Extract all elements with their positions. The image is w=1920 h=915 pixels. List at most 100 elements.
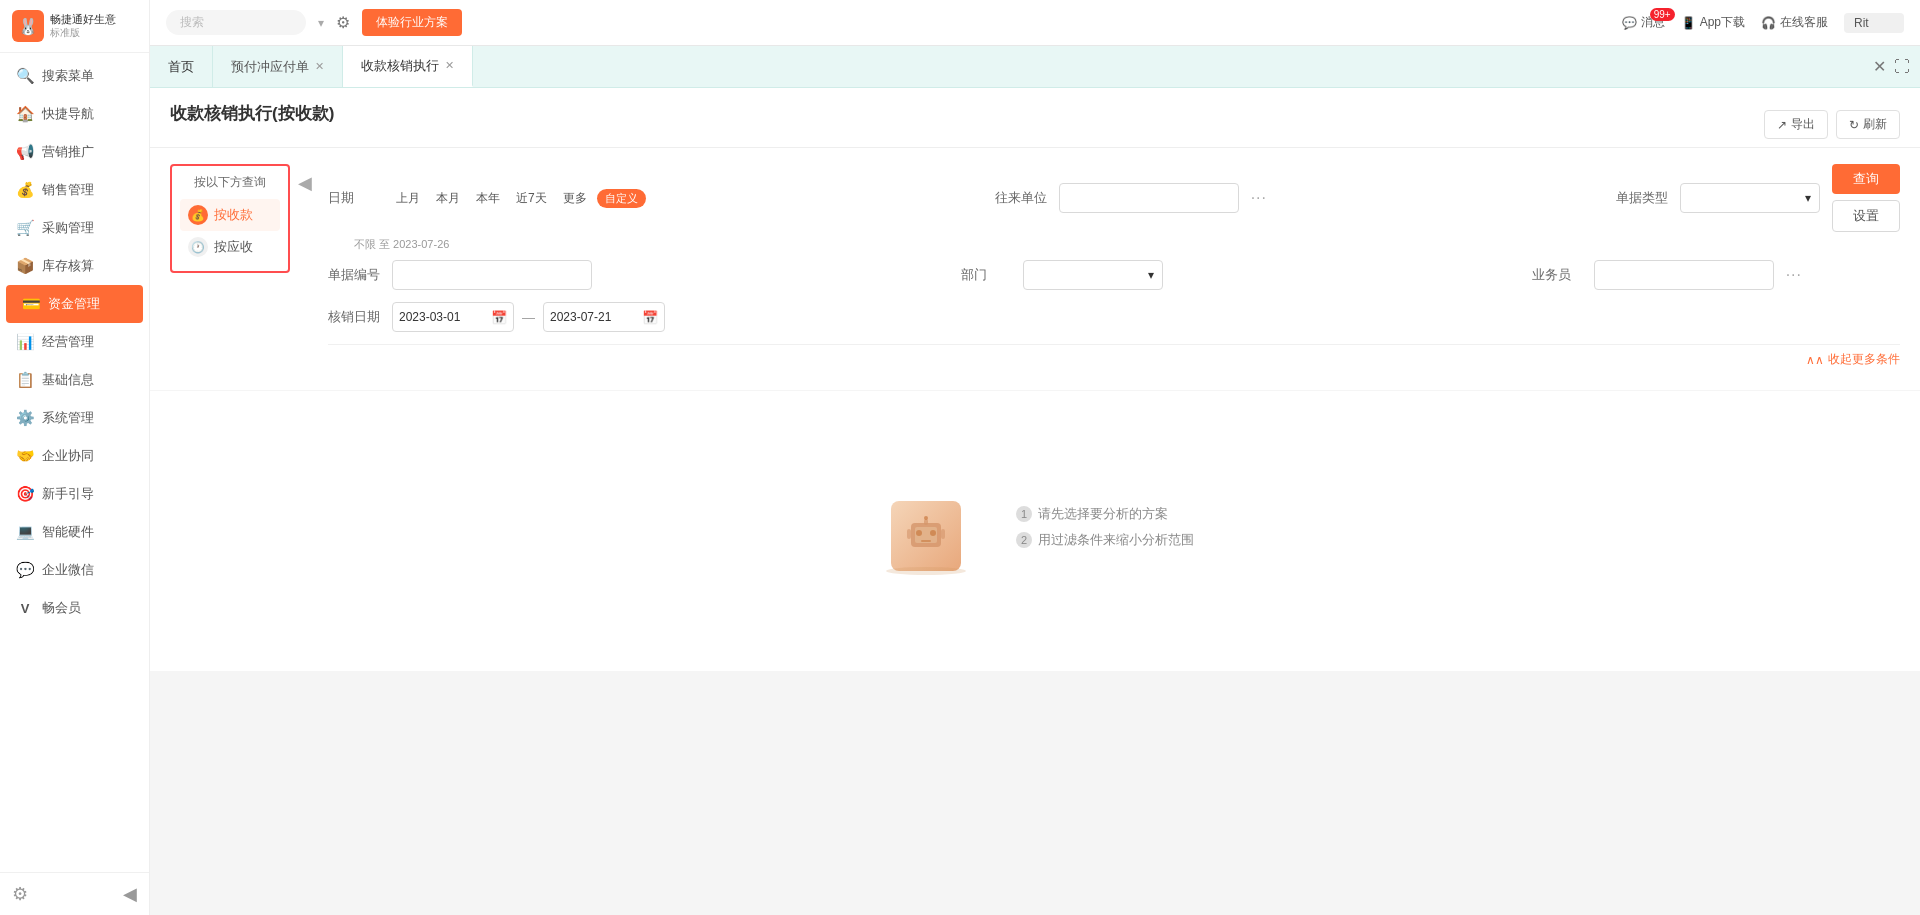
receipt-option-icon: 💰 [188, 205, 208, 225]
sidebar-item-label: 企业协同 [42, 447, 94, 465]
filter-by-receipt-label: 按收款 [214, 206, 253, 224]
tabbar: 首页 预付冲应付单 ✕ 收款核销执行 ✕ ✕ ⛶ [150, 46, 1920, 88]
filter-by-receivable[interactable]: 🕐 按应收 [180, 231, 280, 263]
sidebar-item-quicknav[interactable]: 🏠 快捷导航 [0, 95, 149, 133]
date-separator: — [522, 310, 535, 325]
setting-btn[interactable]: 设置 [1832, 200, 1900, 232]
filter-by-receipt[interactable]: 💰 按收款 [180, 199, 280, 231]
empty-illustration [876, 471, 976, 571]
svg-point-6 [924, 516, 928, 520]
date-tab-last-month[interactable]: 上月 [390, 188, 426, 209]
guide-icon: 🎯 [16, 485, 34, 503]
export-btn[interactable]: ↗ 导出 [1764, 110, 1828, 139]
topbar-user[interactable]: Rit [1844, 13, 1904, 33]
filter-sidebar-toggle[interactable]: ◀ [298, 164, 312, 194]
svg-point-2 [916, 530, 922, 536]
sidebar-item-label: 资金管理 [48, 295, 100, 313]
service-label: 在线客服 [1780, 14, 1828, 31]
sidebar-item-wechat[interactable]: 💬 企业微信 [0, 551, 149, 589]
svg-point-3 [930, 530, 936, 536]
sidebar-item-inventory[interactable]: 📦 库存核算 [0, 247, 149, 285]
counterpart-more-icon[interactable]: ··· [1251, 189, 1267, 207]
dept-select[interactable]: ▾ [1023, 260, 1163, 290]
writeoff-start-input[interactable] [399, 310, 487, 324]
sidebar-item-label: 系统管理 [42, 409, 94, 427]
topbar-service[interactable]: 🎧 在线客服 [1761, 14, 1828, 31]
filter-section: 按以下方查询 💰 按收款 🕐 按应收 ◀ [150, 148, 1920, 390]
topbar-message[interactable]: 💬 消息 99+ [1622, 14, 1665, 31]
topbar-gear-icon[interactable]: ⚙ [336, 13, 350, 32]
date-tab-this-year[interactable]: 本年 [470, 188, 506, 209]
app-name: 畅捷通好生意 [50, 12, 116, 26]
chevron-down-icon: ▾ [1148, 268, 1154, 282]
filter-layout: 按以下方查询 💰 按收款 🕐 按应收 ◀ [170, 164, 1900, 374]
writeoff-start-wrap: 📅 [392, 302, 514, 332]
tab-prepay[interactable]: 预付冲应付单 ✕ [213, 46, 343, 87]
sidebar: 🐰 畅捷通好生意 标准版 🔍 搜索菜单 🏠 快捷导航 📢 营销推广 💰 销售管理… [0, 0, 150, 915]
refresh-label: 刷新 [1863, 116, 1887, 133]
date-tab-7days[interactable]: 近7天 [510, 188, 553, 209]
app-label: App下载 [1700, 14, 1745, 31]
staff-more-icon[interactable]: ··· [1786, 266, 1802, 284]
calendar-start-icon[interactable]: 📅 [491, 310, 507, 325]
topbar-app-download[interactable]: 📱 App下载 [1681, 14, 1745, 31]
action-buttons: 查询 设置 [1832, 164, 1900, 232]
sidebar-bottom: ⚙ ◀ [0, 872, 149, 915]
sidebar-item-member[interactable]: V 畅会员 [0, 589, 149, 627]
sidebar-item-search[interactable]: 🔍 搜索菜单 [0, 57, 149, 95]
counterpart-label: 往来单位 [995, 189, 1047, 207]
doc-type-select[interactable]: ▾ [1680, 183, 1820, 213]
collapse-more-btn[interactable]: ∧∧ 收起更多条件 [1806, 351, 1900, 368]
collapse-sidebar-icon[interactable]: ◀ [123, 883, 137, 905]
staff-label: 业务员 [1532, 266, 1582, 284]
wechat-icon: 💬 [16, 561, 34, 579]
operation-icon: 📊 [16, 333, 34, 351]
sidebar-item-enterprise[interactable]: 🤝 企业协同 [0, 437, 149, 475]
sidebar-item-funds[interactable]: 💳 资金管理 [6, 285, 143, 323]
topbar-dropdown-icon[interactable]: ▾ [318, 16, 324, 30]
expand-window-icon[interactable]: ⛶ [1894, 58, 1910, 76]
sidebar-item-label: 企业微信 [42, 561, 94, 579]
refresh-btn[interactable]: ↻ 刷新 [1836, 110, 1900, 139]
settings-icon[interactable]: ⚙ [12, 883, 28, 905]
sidebar-item-hardware[interactable]: 💻 智能硬件 [0, 513, 149, 551]
sidebar-item-system[interactable]: ⚙️ 系统管理 [0, 399, 149, 437]
date-tab-this-month[interactable]: 本月 [430, 188, 466, 209]
date-tab-more[interactable]: 更多 [557, 188, 593, 209]
filter-row-2: 单据编号 部门 ▾ 业务员 ··· [328, 260, 1900, 290]
empty-box-icon [891, 501, 961, 571]
doc-no-input[interactable] [392, 260, 592, 290]
main-area: 搜索 ▾ ⚙ 体验行业方案 💬 消息 99+ 📱 App下载 🎧 在线客服 Ri… [150, 0, 1920, 915]
collapse-bar: ∧∧ 收起更多条件 [328, 344, 1900, 374]
sidebar-nav: 🔍 搜索菜单 🏠 快捷导航 📢 营销推广 💰 销售管理 🛒 采购管理 📦 库存核… [0, 53, 149, 872]
close-window-icon[interactable]: ✕ [1873, 57, 1886, 76]
funds-icon: 💳 [22, 295, 40, 313]
sidebar-item-basic[interactable]: 📋 基础信息 [0, 361, 149, 399]
tab-receipt[interactable]: 收款核销执行 ✕ [343, 46, 473, 87]
purchase-icon: 🛒 [16, 219, 34, 237]
tab-prepay-close-icon[interactable]: ✕ [315, 60, 324, 73]
tabbar-actions: ✕ ⛶ [1863, 57, 1920, 76]
counterpart-input[interactable] [1059, 183, 1239, 213]
page-header: 收款核销执行(按收款) ↗ 导出 ↻ 刷新 [150, 88, 1920, 148]
sidebar-item-label: 销售管理 [42, 181, 94, 199]
headset-icon: 🎧 [1761, 16, 1776, 30]
sidebar-item-guide[interactable]: 🎯 新手引导 [0, 475, 149, 513]
calendar-end-icon[interactable]: 📅 [642, 310, 658, 325]
sidebar-item-sales[interactable]: 💰 销售管理 [0, 171, 149, 209]
industry-btn[interactable]: 体验行业方案 [362, 9, 462, 36]
date-tab-custom[interactable]: 自定义 [597, 189, 646, 208]
sidebar-item-purchase[interactable]: 🛒 采购管理 [0, 209, 149, 247]
staff-input[interactable] [1594, 260, 1774, 290]
sidebar-item-operation[interactable]: 📊 经营管理 [0, 323, 149, 361]
tab-home[interactable]: 首页 [150, 46, 213, 87]
filter-row-3: 核销日期 📅 — 📅 [328, 302, 1900, 332]
query-btn[interactable]: 查询 [1832, 164, 1900, 194]
sidebar-item-label: 新手引导 [42, 485, 94, 503]
robot-svg [901, 511, 951, 561]
tab-receipt-close-icon[interactable]: ✕ [445, 59, 454, 72]
page-title: 收款核销执行(按收款) [170, 102, 334, 135]
empty-tips: 1 请先选择要分析的方案 2 用过滤条件来缩小分析范围 [1016, 505, 1194, 557]
writeoff-end-input[interactable] [550, 310, 638, 324]
sidebar-item-marketing[interactable]: 📢 营销推广 [0, 133, 149, 171]
